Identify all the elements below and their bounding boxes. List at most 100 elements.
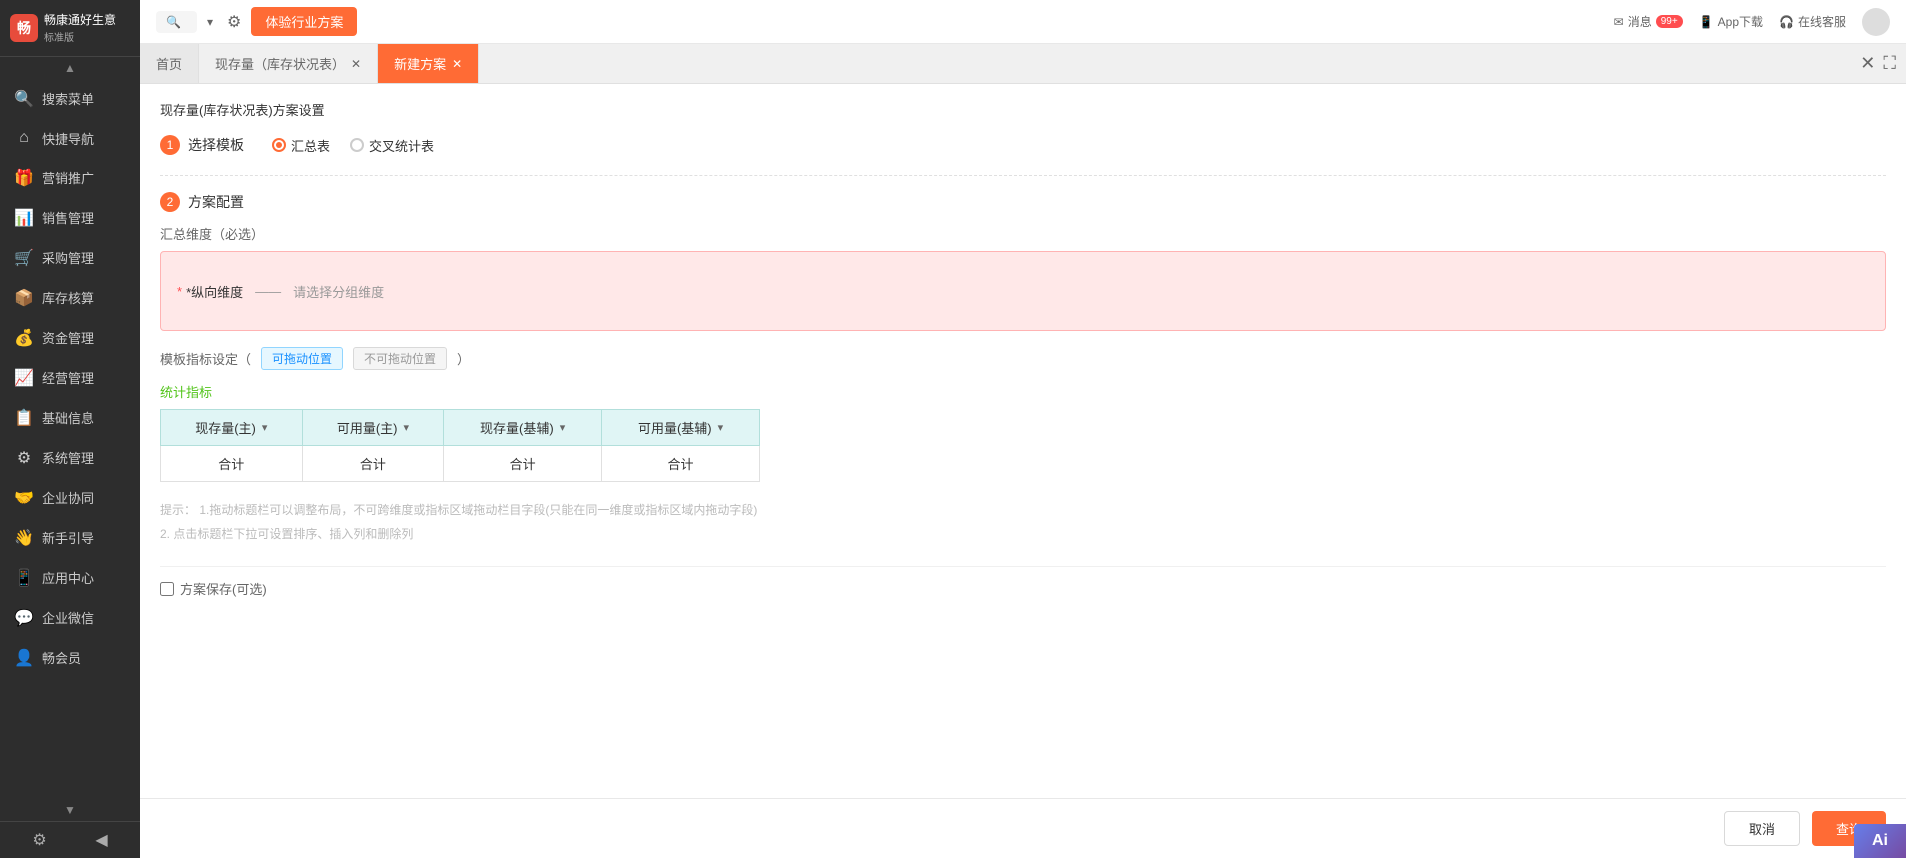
col-header-0[interactable]: 现存量(主) ▾ bbox=[161, 410, 303, 446]
radio-summary[interactable]: 汇总表 bbox=[272, 136, 330, 155]
marketing-icon: 🎁 bbox=[14, 168, 34, 188]
search-menu-icon: 🔍 bbox=[14, 89, 34, 109]
col-label-0: 现存量(主) bbox=[195, 418, 256, 437]
sidebar-item-label: 企业协同 bbox=[42, 488, 94, 507]
indicators-row: 模板指标设定（ 可拖动位置 不可拖动位置 ） bbox=[160, 347, 1886, 370]
content-area: 现存量(库存状况表)方案设置 1 选择模板 汇总表 交叉统计表 bbox=[140, 84, 1906, 798]
topbar-search[interactable]: 🔍 bbox=[156, 11, 197, 33]
sidebar-item-basic-info[interactable]: 📋 基础信息 bbox=[0, 398, 140, 438]
message-btn[interactable]: ✉ 消息 99+ bbox=[1614, 13, 1683, 30]
sidebar-item-wechat[interactable]: 💬 企业微信 bbox=[0, 598, 140, 638]
sidebar-item-enterprise[interactable]: 🤝 企业协同 bbox=[0, 478, 140, 518]
sidebar-item-newbie[interactable]: 👋 新手引导 bbox=[0, 518, 140, 558]
tip-1: 提示： 1.拖动标题栏可以调整布局，不可跨维度或指标区域拖动栏目字段(只能在同一… bbox=[160, 498, 1886, 522]
gear-icon[interactable]: ⚙ bbox=[227, 12, 241, 32]
summary-dim-label: 汇总维度（必选） bbox=[160, 224, 1886, 243]
save-row: 方案保存(可选) bbox=[160, 566, 1886, 610]
sidebar-item-quick-nav[interactable]: ⌂ 快捷导航 bbox=[0, 119, 140, 158]
ai-badge[interactable]: Ai bbox=[1854, 824, 1906, 858]
online-service-btn[interactable]: 🎧 在线客服 bbox=[1779, 13, 1846, 30]
sidebar-item-sales[interactable]: 📊 销售管理 bbox=[0, 198, 140, 238]
section-divider bbox=[160, 175, 1886, 176]
topbar-right: ✉ 消息 99+ 📱 App下载 🎧 在线客服 bbox=[1614, 8, 1890, 36]
sidebar-nav: 🔍 搜索菜单 ⌂ 快捷导航 🎁 营销推广 📊 销售管理 🛒 采购管理 📦 库存核… bbox=[0, 79, 140, 799]
col-header-2[interactable]: 现存量(基辅) ▾ bbox=[444, 410, 602, 446]
basic-info-icon: 📋 bbox=[14, 408, 34, 428]
expand-panel-btn[interactable]: ⛶ bbox=[1883, 53, 1896, 74]
sidebar-item-label: 基础信息 bbox=[42, 408, 94, 427]
logo-name: 畅康通好生意 bbox=[44, 12, 116, 29]
col-header-3[interactable]: 可用量(基辅) ▾ bbox=[602, 410, 760, 446]
sidebar-item-marketing[interactable]: 🎁 营销推广 bbox=[0, 158, 140, 198]
message-label: 消息 bbox=[1628, 13, 1652, 30]
sidebar-item-label: 营销推广 bbox=[42, 168, 94, 187]
vertical-dim-box[interactable]: * *纵向维度 —— 请选择分组维度 bbox=[160, 251, 1886, 331]
topbar-dropdown[interactable]: ▾ bbox=[207, 15, 213, 29]
sidebar-item-purchase[interactable]: 🛒 采购管理 bbox=[0, 238, 140, 278]
sidebar-item-label: 资金管理 bbox=[42, 328, 94, 347]
close-panel-btn[interactable]: ✕ bbox=[1860, 53, 1875, 74]
tab-new-scheme-close[interactable]: ✕ bbox=[452, 57, 462, 71]
radio-summary-circle bbox=[272, 138, 286, 152]
template-indicators-label: 模板指标设定（ bbox=[160, 349, 251, 368]
trial-btn[interactable]: 体验行业方案 bbox=[251, 7, 357, 36]
enterprise-icon: 🤝 bbox=[14, 488, 34, 508]
inventory-icon: 📦 bbox=[14, 288, 34, 308]
tab-new-scheme[interactable]: 新建方案 ✕ bbox=[378, 44, 479, 83]
sidebar-item-label: 系统管理 bbox=[42, 448, 94, 467]
sidebar-item-inventory[interactable]: 📦 库存核算 bbox=[0, 278, 140, 318]
sidebar-item-app-center[interactable]: 📱 应用中心 bbox=[0, 558, 140, 598]
inventory-status-tab-label: 现存量（库存状况表） bbox=[215, 54, 345, 73]
step1-title: 选择模板 bbox=[188, 135, 244, 155]
sidebar-item-label: 应用中心 bbox=[42, 568, 94, 587]
step2-title: 方案配置 bbox=[188, 192, 244, 212]
col-label-2: 现存量(基辅) bbox=[480, 418, 554, 437]
newbie-icon: 👋 bbox=[14, 528, 34, 548]
quick-nav-icon: ⌂ bbox=[14, 129, 34, 147]
sidebar-item-label: 销售管理 bbox=[42, 208, 94, 227]
template-radio-group: 汇总表 交叉统计表 bbox=[272, 136, 434, 155]
cell-0-0: 合计 bbox=[161, 446, 303, 482]
sidebar-item-label: 库存核算 bbox=[42, 288, 94, 307]
sidebar-item-label: 经营管理 bbox=[42, 368, 94, 387]
content-inner: 现存量(库存状况表)方案设置 1 选择模板 汇总表 交叉统计表 bbox=[140, 84, 1906, 626]
app-download-btn[interactable]: 📱 App下载 bbox=[1699, 13, 1763, 30]
sidebar-scroll-down[interactable]: ▼ bbox=[0, 799, 140, 821]
wechat-icon: 💬 bbox=[14, 608, 34, 628]
user-avatar[interactable] bbox=[1862, 8, 1890, 36]
radio-cross[interactable]: 交叉统计表 bbox=[350, 136, 434, 155]
tab-home[interactable]: 首页 bbox=[140, 44, 199, 83]
col-header-1[interactable]: 可用量(主) ▾ bbox=[302, 410, 444, 446]
step2-header: 2 方案配置 bbox=[160, 192, 1886, 212]
sidebar-item-operations[interactable]: 📈 经营管理 bbox=[0, 358, 140, 398]
sidebar-item-label: 畅会员 bbox=[42, 648, 81, 667]
radio-cross-circle bbox=[350, 138, 364, 152]
save-checkbox[interactable] bbox=[160, 582, 174, 596]
tab-inventory-status[interactable]: 现存量（库存状况表） ✕ bbox=[199, 44, 378, 83]
sales-icon: 📊 bbox=[14, 208, 34, 228]
sidebar-logo: 畅 畅康通好生意 标准版 bbox=[0, 0, 140, 57]
stats-table: 现存量(主) ▾ 可用量(主) ▾ bbox=[160, 409, 760, 482]
settings-icon[interactable]: ⚙ bbox=[32, 830, 46, 850]
save-label: 方案保存(可选) bbox=[180, 579, 267, 598]
purchase-icon: 🛒 bbox=[14, 248, 34, 268]
collapse-icon[interactable]: ◀ bbox=[95, 830, 107, 850]
tab-inventory-status-close[interactable]: ✕ bbox=[351, 57, 361, 71]
main-area: 🔍 ▾ ⚙ 体验行业方案 ✉ 消息 99+ 📱 App下载 🎧 在线客服 bbox=[140, 0, 1906, 858]
phone-icon: 📱 bbox=[1699, 15, 1714, 29]
tips-section: 提示： 1.拖动标题栏可以调整布局，不可跨维度或指标区域拖动栏目字段(只能在同一… bbox=[160, 498, 1886, 546]
sidebar-item-label: 采购管理 bbox=[42, 248, 94, 267]
sidebar-item-search-menu[interactable]: 🔍 搜索菜单 bbox=[0, 79, 140, 119]
topbar: 🔍 ▾ ⚙ 体验行业方案 ✉ 消息 99+ 📱 App下载 🎧 在线客服 bbox=[140, 0, 1906, 44]
chevron-down-icon-1: ▾ bbox=[403, 421, 409, 434]
search-icon: 🔍 bbox=[166, 15, 181, 29]
sidebar-item-member[interactable]: 👤 畅会员 bbox=[0, 638, 140, 678]
cell-0-1: 合计 bbox=[302, 446, 444, 482]
sidebar-scroll-up[interactable]: ▲ bbox=[0, 57, 140, 79]
sidebar-item-finance[interactable]: 💰 资金管理 bbox=[0, 318, 140, 358]
cancel-button[interactable]: 取消 bbox=[1724, 811, 1800, 846]
chevron-down-icon-0: ▾ bbox=[262, 421, 268, 434]
sidebar-bottom: ⚙ ◀ bbox=[0, 821, 140, 858]
sidebar-item-system[interactable]: ⚙ 系统管理 bbox=[0, 438, 140, 478]
operations-icon: 📈 bbox=[14, 368, 34, 388]
